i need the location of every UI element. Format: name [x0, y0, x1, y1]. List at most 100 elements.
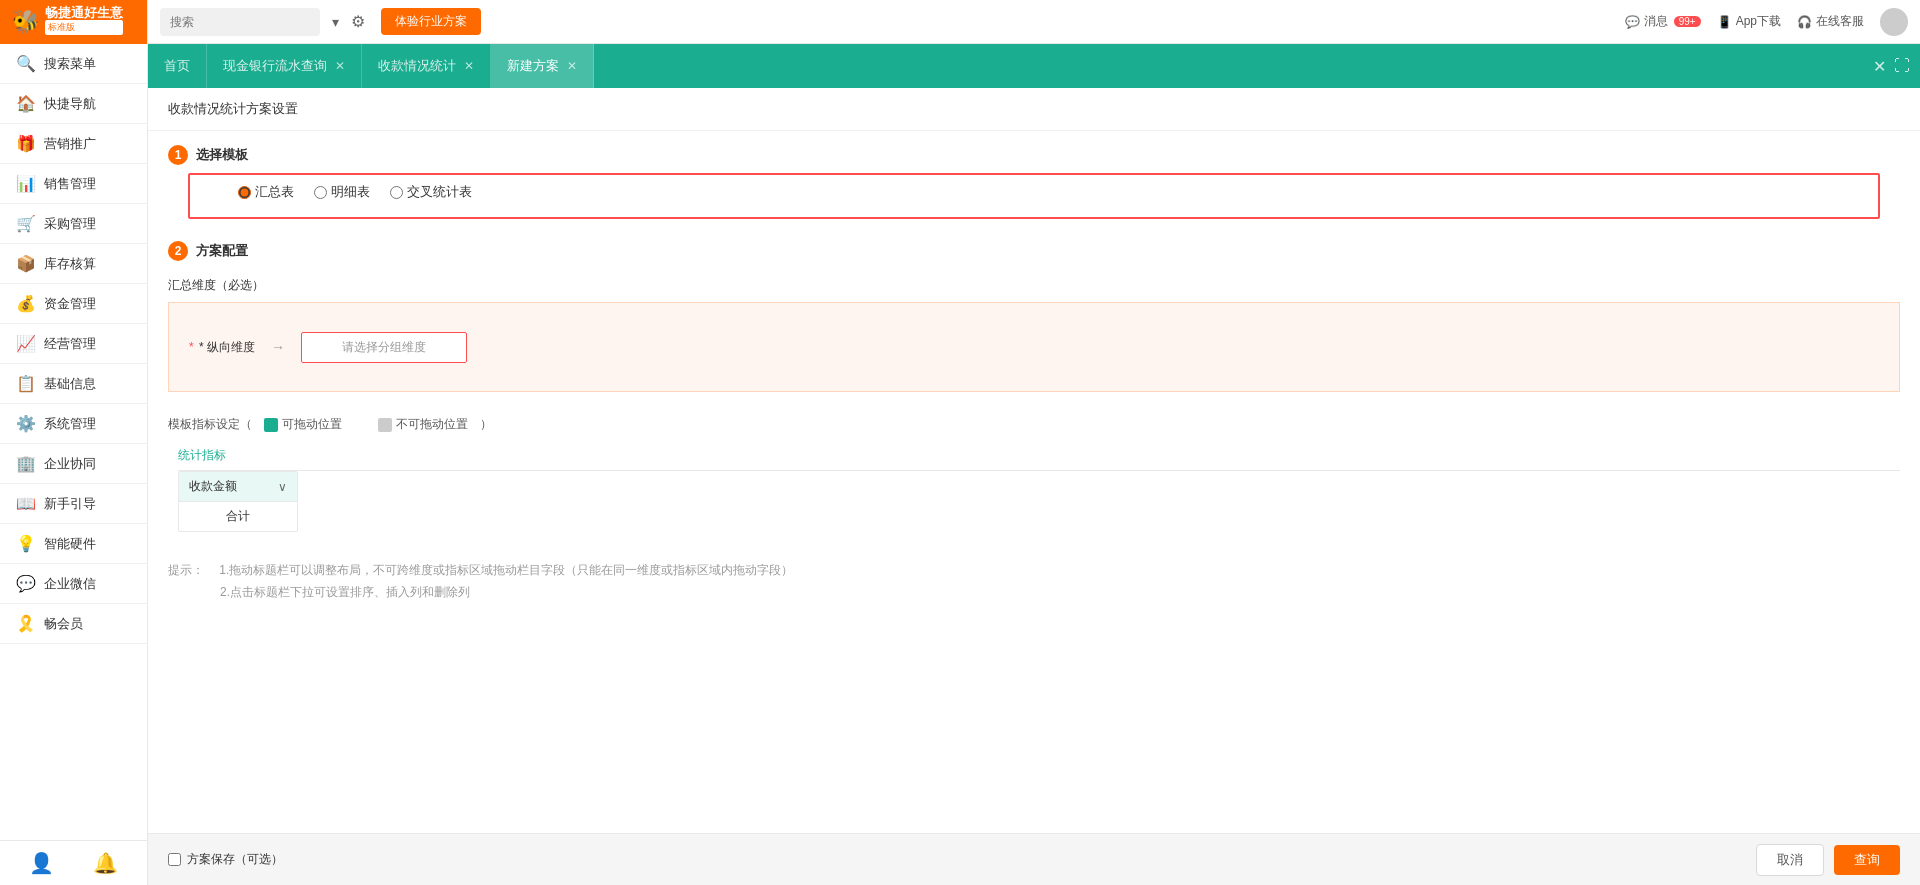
sidebar-item-finance[interactable]: 💰 资金管理: [0, 284, 147, 324]
sidebar-bottom-icon-left[interactable]: 👤: [29, 851, 54, 875]
sidebar-item-enterprise[interactable]: 🏢 企业协同: [0, 444, 147, 484]
search-input[interactable]: [160, 8, 320, 36]
save-checkbox[interactable]: [168, 853, 181, 866]
support-btn[interactable]: 🎧 在线客服: [1797, 13, 1864, 30]
page-inner: 收款情况统计方案设置 1 选择模板 汇总表 明细表: [148, 88, 1920, 833]
notification-icon: 💬: [1625, 15, 1640, 29]
sidebar-item-label: 营销推广: [44, 135, 96, 153]
gear-icon: ⚙️: [16, 414, 36, 433]
query-button[interactable]: 查询: [1834, 845, 1900, 875]
stat-table-header[interactable]: 收款金额 ∨: [179, 472, 297, 502]
sidebar-item-wechat[interactable]: 💬 企业微信: [0, 564, 147, 604]
tips-area: 提示： 1.拖动标题栏可以调整布局，不可跨维度或指标区域拖动栏目字段（只能在同一…: [168, 548, 1900, 611]
radio-cross-input[interactable]: [390, 186, 403, 199]
dimension-section: 汇总维度（必选） * * 纵向维度 → 请选择分组维度: [168, 269, 1900, 392]
money-icon: 💰: [16, 294, 36, 313]
building-icon: 🏢: [16, 454, 36, 473]
sidebar-item-basic-info[interactable]: 📋 基础信息: [0, 364, 147, 404]
chat-icon: 💬: [16, 574, 36, 593]
vertical-dim-label: * * 纵向维度: [189, 339, 255, 356]
download-label: App下载: [1736, 13, 1781, 30]
clipboard-icon: 📋: [16, 374, 36, 393]
sidebar-item-purchase[interactable]: 🛒 采购管理: [0, 204, 147, 244]
metrics-header: 模板指标设定（ 可拖动位置 不可拖动位置 ）: [168, 408, 1900, 443]
user-avatar[interactable]: [1880, 8, 1908, 36]
sidebar-item-quick-nav[interactable]: 🏠 快捷导航: [0, 84, 147, 124]
dropdown-arrow-icon[interactable]: ▾: [332, 14, 339, 30]
cart-icon: 🛒: [16, 214, 36, 233]
tab-home[interactable]: 首页: [148, 44, 207, 88]
radio-detail[interactable]: 明细表: [314, 183, 370, 201]
sidebar-bottom: 👤 🔔: [0, 840, 147, 885]
sidebar-item-label: 采购管理: [44, 215, 96, 233]
trial-button[interactable]: 体验行业方案: [381, 8, 481, 35]
stat-table: 收款金额 ∨ 合计: [178, 471, 298, 532]
sidebar-item-label: 资金管理: [44, 295, 96, 313]
sidebar-item-operations[interactable]: 📈 经营管理: [0, 324, 147, 364]
sidebar-item-label: 搜索菜单: [44, 55, 96, 73]
radio-summary-label: 汇总表: [255, 183, 294, 201]
dimension-row: * * 纵向维度 → 请选择分组维度: [189, 332, 1879, 363]
sidebar-item-inventory[interactable]: 📦 库存核算: [0, 244, 147, 284]
radio-cross-label: 交叉统计表: [407, 183, 472, 201]
home-icon: 🏠: [16, 94, 36, 113]
stat-table-area: 统计指标 收款金额 ∨ 合计: [168, 443, 1900, 532]
notification-label: 消息: [1644, 13, 1668, 30]
search-menu-icon: 🔍: [16, 54, 36, 73]
topbar-right: 💬 消息 99+ 📱 App下载 🎧 在线客服: [1625, 8, 1908, 36]
sidebar-item-membership[interactable]: 🎗️ 畅会员: [0, 604, 147, 644]
sidebar-item-smart-hw[interactable]: 💡 智能硬件: [0, 524, 147, 564]
tab-home-label: 首页: [164, 57, 190, 75]
tab-bank-flow-label: 现金银行流水查询: [223, 57, 327, 75]
download-btn[interactable]: 📱 App下载: [1717, 13, 1781, 30]
sidebar-item-sales[interactable]: 📊 销售管理: [0, 164, 147, 204]
cancel-button[interactable]: 取消: [1756, 844, 1824, 876]
support-icon: 🎧: [1797, 15, 1812, 29]
step1-num: 1: [168, 145, 188, 165]
tab-new-plan-close[interactable]: ✕: [567, 59, 577, 73]
no-drag-indicator: [378, 418, 392, 432]
radio-cross[interactable]: 交叉统计表: [390, 183, 472, 201]
ribbon-icon: 🎗️: [16, 614, 36, 633]
tip-text-1: 1.拖动标题栏可以调整布局，不可跨维度或指标区域拖动栏目字段（只能在同一维度或指…: [219, 563, 793, 577]
tab-maximize-icon[interactable]: ⛶: [1894, 57, 1910, 75]
radio-summary-input[interactable]: [238, 186, 251, 199]
trend-icon: 📈: [16, 334, 36, 353]
tip-text-2: 2.点击标题栏下拉可设置排序、插入列和删除列: [220, 585, 470, 599]
main-container: ▾ ⚙ 体验行业方案 💬 消息 99+ 📱 App下载 🎧 在线客服 首页: [148, 0, 1920, 885]
metrics-config-close: ）: [480, 416, 492, 433]
sidebar-item-guide[interactable]: 📖 新手引导: [0, 484, 147, 524]
sidebar-item-marketing[interactable]: 🎁 营销推广: [0, 124, 147, 164]
step2-label: 2 方案配置: [168, 235, 248, 269]
download-icon: 📱: [1717, 15, 1732, 29]
radio-summary[interactable]: 汇总表: [238, 183, 294, 201]
logo-text: 畅捷通好生意: [45, 5, 123, 21]
radio-detail-input[interactable]: [314, 186, 327, 199]
tab-close-all-icon[interactable]: ✕: [1873, 57, 1886, 76]
settings-icon[interactable]: ⚙: [351, 12, 365, 31]
sidebar-logo: 🐝 畅捷通好生意 标准版: [0, 0, 147, 44]
box-icon: 📦: [16, 254, 36, 273]
page-content: 收款情况统计方案设置 1 选择模板 汇总表 明细表: [148, 88, 1920, 833]
sidebar-item-label: 企业协同: [44, 455, 96, 473]
tip-line-1: 提示： 1.拖动标题栏可以调整布局，不可跨维度或指标区域拖动栏目字段（只能在同一…: [168, 560, 1900, 582]
notification-btn[interactable]: 💬 消息 99+: [1625, 13, 1701, 30]
tab-bank-flow-close[interactable]: ✕: [335, 59, 345, 73]
col-dropdown-icon[interactable]: ∨: [278, 480, 287, 494]
sidebar-item-system[interactable]: ⚙️ 系统管理: [0, 404, 147, 444]
sidebar-bottom-icon-right[interactable]: 🔔: [93, 851, 118, 875]
tab-bank-flow[interactable]: 现金银行流水查询 ✕: [207, 44, 362, 88]
stat-label: 统计指标: [178, 443, 1900, 471]
dimension-section-title: 汇总维度（必选）: [168, 269, 1900, 302]
sidebar-item-label: 企业微信: [44, 575, 96, 593]
sidebar: 🐝 畅捷通好生意 标准版 🔍 搜索菜单 🏠 快捷导航 🎁 营销推广 📊 销售管理…: [0, 0, 148, 885]
tab-receipt-stats-close[interactable]: ✕: [464, 59, 474, 73]
bulb-icon: 💡: [16, 534, 36, 553]
sidebar-item-search-menu[interactable]: 🔍 搜索菜单: [0, 44, 147, 84]
sidebar-item-label: 系统管理: [44, 415, 96, 433]
dimension-select[interactable]: 请选择分组维度: [301, 332, 467, 363]
tab-receipt-stats[interactable]: 收款情况统计 ✕: [362, 44, 491, 88]
drag-indicator: [264, 418, 278, 432]
notification-badge: 99+: [1674, 16, 1701, 27]
tab-new-plan[interactable]: 新建方案 ✕: [491, 44, 594, 88]
